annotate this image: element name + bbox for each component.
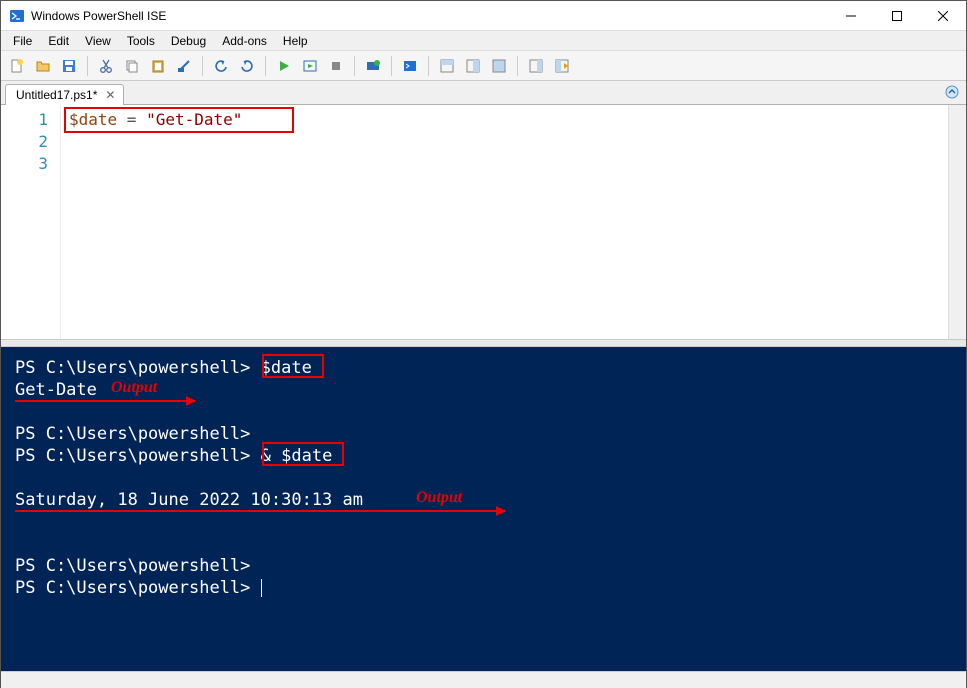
console-command: $date	[261, 358, 312, 378]
run-selection-icon[interactable]	[298, 54, 322, 78]
open-file-icon[interactable]	[31, 54, 55, 78]
tab-close-icon[interactable]: ✕	[103, 88, 117, 102]
undo-icon[interactable]	[209, 54, 233, 78]
toolbar	[1, 51, 966, 81]
tab-strip: Untitled17.ps1* ✕	[1, 81, 966, 105]
ps-prompt: PS C:\Users\powershell>	[15, 556, 250, 576]
new-remote-icon[interactable]	[361, 54, 385, 78]
menu-bar: File Edit View Tools Debug Add-ons Help	[1, 31, 966, 51]
layout-script-right-icon[interactable]	[461, 54, 485, 78]
console-blank	[15, 533, 952, 555]
window-title: Windows PowerShell ISE	[31, 9, 828, 23]
app-icon	[9, 8, 25, 24]
powershell-tab-icon[interactable]	[398, 54, 422, 78]
menu-help[interactable]: Help	[275, 32, 316, 50]
run-icon[interactable]	[272, 54, 296, 78]
console-blank	[15, 401, 952, 423]
console-line: PS C:\Users\powershell> & $date	[15, 445, 952, 467]
show-command-icon[interactable]	[524, 54, 548, 78]
token-variable: $date	[69, 110, 117, 129]
copy-icon[interactable]	[120, 54, 144, 78]
toolbar-separator	[202, 56, 203, 76]
menu-addons[interactable]: Add-ons	[214, 32, 275, 50]
annotation-arrow	[15, 400, 195, 402]
script-tab[interactable]: Untitled17.ps1* ✕	[5, 84, 124, 105]
annotation-label: Output	[111, 377, 157, 399]
window-controls	[828, 1, 966, 30]
redo-icon[interactable]	[235, 54, 259, 78]
close-button[interactable]	[920, 1, 966, 31]
token-string: "Get-Date"	[146, 110, 242, 129]
layout-script-max-icon[interactable]	[487, 54, 511, 78]
console-line: PS C:\Users\powershell>	[15, 555, 952, 577]
menu-debug[interactable]: Debug	[163, 32, 214, 50]
line-number: 2	[5, 131, 48, 153]
editor-scrollbar[interactable]	[948, 105, 966, 339]
layout-script-top-icon[interactable]	[435, 54, 459, 78]
maximize-button[interactable]	[874, 1, 920, 31]
code-line-1: $date = "Get-Date"	[69, 109, 940, 131]
line-number: 3	[5, 153, 48, 175]
code-area[interactable]: $date = "Get-Date"	[61, 105, 948, 339]
toolbar-separator	[354, 56, 355, 76]
ps-prompt: PS C:\Users\powershell>	[15, 424, 250, 444]
ps-prompt: PS C:\Users\powershell>	[15, 358, 250, 378]
toolbar-separator	[517, 56, 518, 76]
toolbar-separator	[87, 56, 88, 76]
console-command: & $date	[261, 446, 333, 466]
pane-splitter[interactable]	[1, 339, 966, 347]
console-line: PS C:\Users\powershell>	[15, 577, 952, 599]
menu-tools[interactable]: Tools	[119, 32, 163, 50]
annotation-label: Output	[416, 487, 462, 509]
new-file-icon[interactable]	[5, 54, 29, 78]
line-number: 1	[5, 109, 48, 131]
clear-icon[interactable]	[172, 54, 196, 78]
menu-view[interactable]: View	[77, 32, 119, 50]
console-scrollbar[interactable]	[1, 671, 966, 688]
cut-icon[interactable]	[94, 54, 118, 78]
paste-icon[interactable]	[146, 54, 170, 78]
toolbar-separator	[391, 56, 392, 76]
collapse-script-icon[interactable]	[944, 84, 960, 100]
tab-label: Untitled17.ps1*	[16, 88, 97, 102]
toolbar-separator	[265, 56, 266, 76]
text-cursor	[261, 579, 262, 597]
token-operator: =	[117, 110, 146, 129]
line-number-gutter: 1 2 3	[1, 105, 61, 339]
ps-prompt: PS C:\Users\powershell>	[15, 446, 250, 466]
menu-edit[interactable]: Edit	[40, 32, 77, 50]
script-editor[interactable]: 1 2 3 $date = "Get-Date"	[1, 105, 966, 339]
menu-file[interactable]: File	[5, 32, 40, 50]
annotation-arrow	[15, 510, 505, 512]
ps-prompt: PS C:\Users\powershell>	[15, 578, 250, 598]
console-pane[interactable]: PS C:\Users\powershell> $date Get-Date P…	[1, 347, 966, 671]
save-icon[interactable]	[57, 54, 81, 78]
stop-icon[interactable]	[324, 54, 348, 78]
console-output: Saturday, 18 June 2022 10:30:13 am	[15, 489, 952, 511]
console-line: PS C:\Users\powershell> $date	[15, 357, 952, 379]
title-bar: Windows PowerShell ISE	[1, 1, 966, 31]
show-command-addon-icon[interactable]	[550, 54, 574, 78]
console-blank	[15, 511, 952, 533]
console-line: PS C:\Users\powershell>	[15, 423, 952, 445]
toolbar-separator	[428, 56, 429, 76]
console-blank	[15, 467, 952, 489]
minimize-button[interactable]	[828, 1, 874, 31]
